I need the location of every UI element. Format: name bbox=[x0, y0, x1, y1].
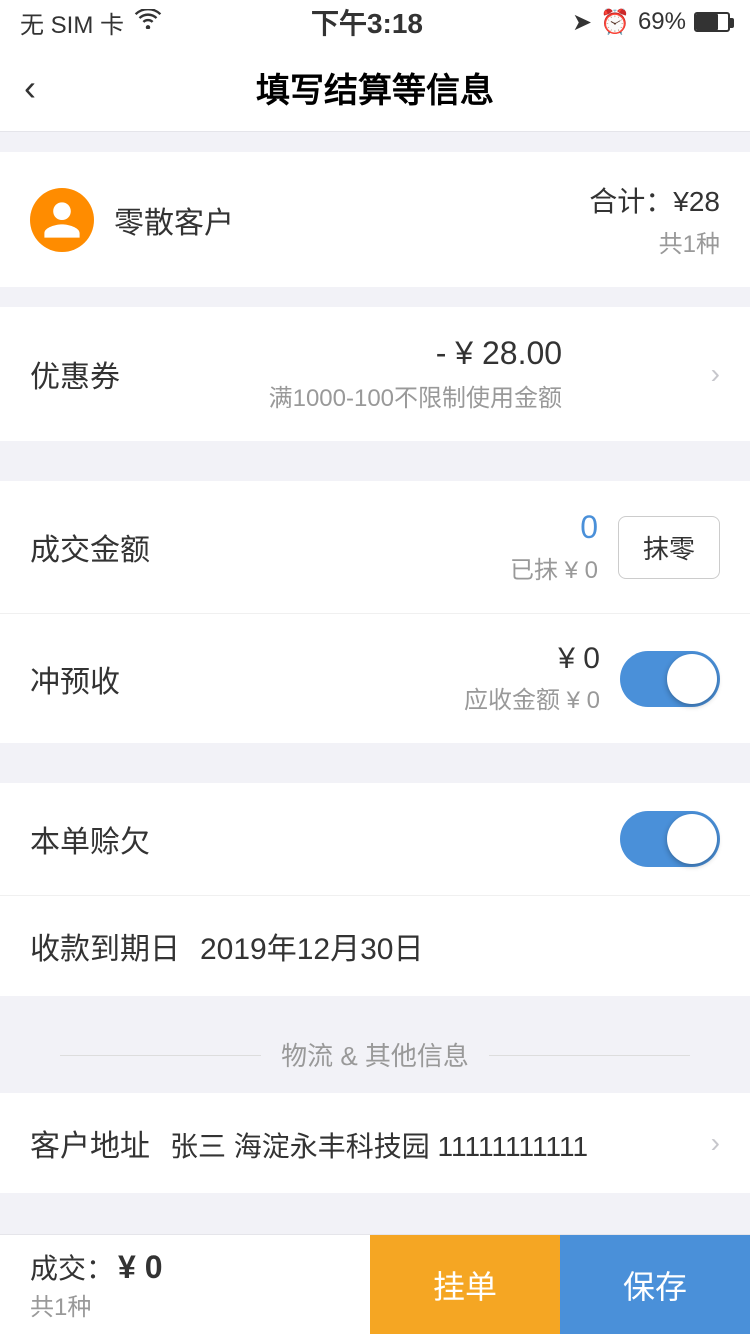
address-left: 客户地址 张三 海淀永丰科技园 11111111111 bbox=[30, 1121, 588, 1165]
customer-count: 共1种 bbox=[589, 224, 720, 259]
transaction-section: 成交金额 0 已抹 ¥ 0 抹零 冲预收 ¥ 0 应收金额 ¥ 0 bbox=[0, 481, 750, 743]
transaction-label: 成交金额 bbox=[30, 525, 150, 569]
toggle-knob bbox=[667, 654, 717, 704]
status-time: 下午3:18 bbox=[311, 2, 423, 42]
bottom-summary-count: 共1种 bbox=[30, 1287, 340, 1322]
bottom-summary-amount: ¥ 0 bbox=[118, 1249, 162, 1286]
customer-total: 合计：¥28 bbox=[589, 180, 720, 220]
bottom-bar: 成交： ¥ 0 共1种 挂单 保存 bbox=[0, 1234, 750, 1334]
prereceive-section: 冲预收 ¥ 0 应收金额 ¥ 0 bbox=[0, 613, 750, 743]
back-button[interactable]: ‹ bbox=[24, 70, 36, 106]
save-button[interactable]: 保存 bbox=[560, 1235, 750, 1334]
prereceive-sub: 应收金额 ¥ 0 bbox=[464, 680, 600, 715]
coupon-label: 优惠券 bbox=[30, 352, 120, 396]
due-date-value: 2019年12月30日 bbox=[200, 924, 423, 968]
carrier-text: 无 SIM 卡 bbox=[20, 5, 124, 40]
nav-bar: ‹ 填写结算等信息 bbox=[0, 44, 750, 132]
prereceive-amount: ¥ 0 bbox=[464, 642, 600, 676]
address-value: 张三 海淀永丰科技园 11111111111 bbox=[170, 1125, 588, 1165]
location-icon: ➤ bbox=[572, 8, 592, 37]
transaction-amount: 0 bbox=[510, 509, 598, 546]
customer-avatar bbox=[30, 188, 94, 252]
transaction-sub: 已抹 ¥ 0 bbox=[510, 550, 598, 585]
coupon-desc: 满1000-100不限制使用金额 bbox=[269, 378, 562, 413]
status-left: 无 SIM 卡 bbox=[20, 5, 162, 40]
prereceive-value: ¥ 0 应收金额 ¥ 0 bbox=[464, 642, 600, 715]
alarm-icon: ⏰ bbox=[600, 8, 630, 37]
customer-name: 零散客户 bbox=[114, 198, 234, 242]
bottom-summary-label: 成交： bbox=[30, 1247, 114, 1287]
wifi-icon bbox=[134, 8, 162, 36]
debt-section: 本单赊欠 收款到期日 2019年12月30日 bbox=[0, 783, 750, 996]
logistics-divider: 物流 & 其他信息 bbox=[0, 1016, 750, 1093]
coupon-amount: - ¥ 28.00 bbox=[269, 335, 562, 372]
address-label: 客户地址 bbox=[30, 1121, 150, 1165]
hold-button[interactable]: 挂单 bbox=[370, 1235, 560, 1334]
battery-text: 69% bbox=[638, 8, 686, 36]
status-bar: 无 SIM 卡 下午3:18 ➤ ⏰ 69% bbox=[0, 0, 750, 44]
section-divider-2 bbox=[0, 763, 750, 783]
person-icon bbox=[40, 198, 84, 242]
prereceive-right: ¥ 0 应收金额 ¥ 0 bbox=[464, 642, 720, 715]
round-button[interactable]: 抹零 bbox=[618, 516, 720, 579]
debt-label: 本单赊欠 bbox=[30, 817, 150, 861]
prereceive-toggle[interactable] bbox=[620, 651, 720, 707]
customer-info: 零散客户 bbox=[30, 188, 234, 252]
transaction-right: 0 已抹 ¥ 0 抹零 bbox=[510, 509, 720, 585]
prereceive-label: 冲预收 bbox=[30, 657, 120, 701]
status-right: ➤ ⏰ 69% bbox=[572, 8, 730, 37]
battery-icon bbox=[694, 12, 730, 32]
due-date-label: 收款到期日 bbox=[30, 924, 180, 968]
customer-total-section: 合计：¥28 共1种 bbox=[589, 180, 720, 259]
due-date-section: 收款到期日 2019年12月30日 bbox=[0, 895, 750, 996]
customer-row: 零散客户 合计：¥28 共1种 bbox=[0, 152, 750, 287]
page-title: 填写结算等信息 bbox=[256, 63, 494, 112]
section-divider-1 bbox=[0, 461, 750, 481]
coupon-section[interactable]: 优惠券 - ¥ 28.00 满1000-100不限制使用金额 › bbox=[0, 307, 750, 441]
debt-toggle[interactable] bbox=[620, 811, 720, 867]
logistics-text: 物流 & 其他信息 bbox=[261, 1041, 489, 1071]
coupon-chevron: › bbox=[711, 358, 720, 390]
address-section[interactable]: 客户地址 张三 海淀永丰科技园 11111111111 › bbox=[0, 1093, 750, 1193]
debt-toggle-knob bbox=[667, 814, 717, 864]
coupon-right: - ¥ 28.00 满1000-100不限制使用金额 bbox=[269, 335, 562, 413]
address-chevron: › bbox=[711, 1127, 720, 1159]
bottom-summary: 成交： ¥ 0 共1种 bbox=[0, 1235, 370, 1334]
transaction-amount-wrap: 0 已抹 ¥ 0 bbox=[510, 509, 598, 585]
